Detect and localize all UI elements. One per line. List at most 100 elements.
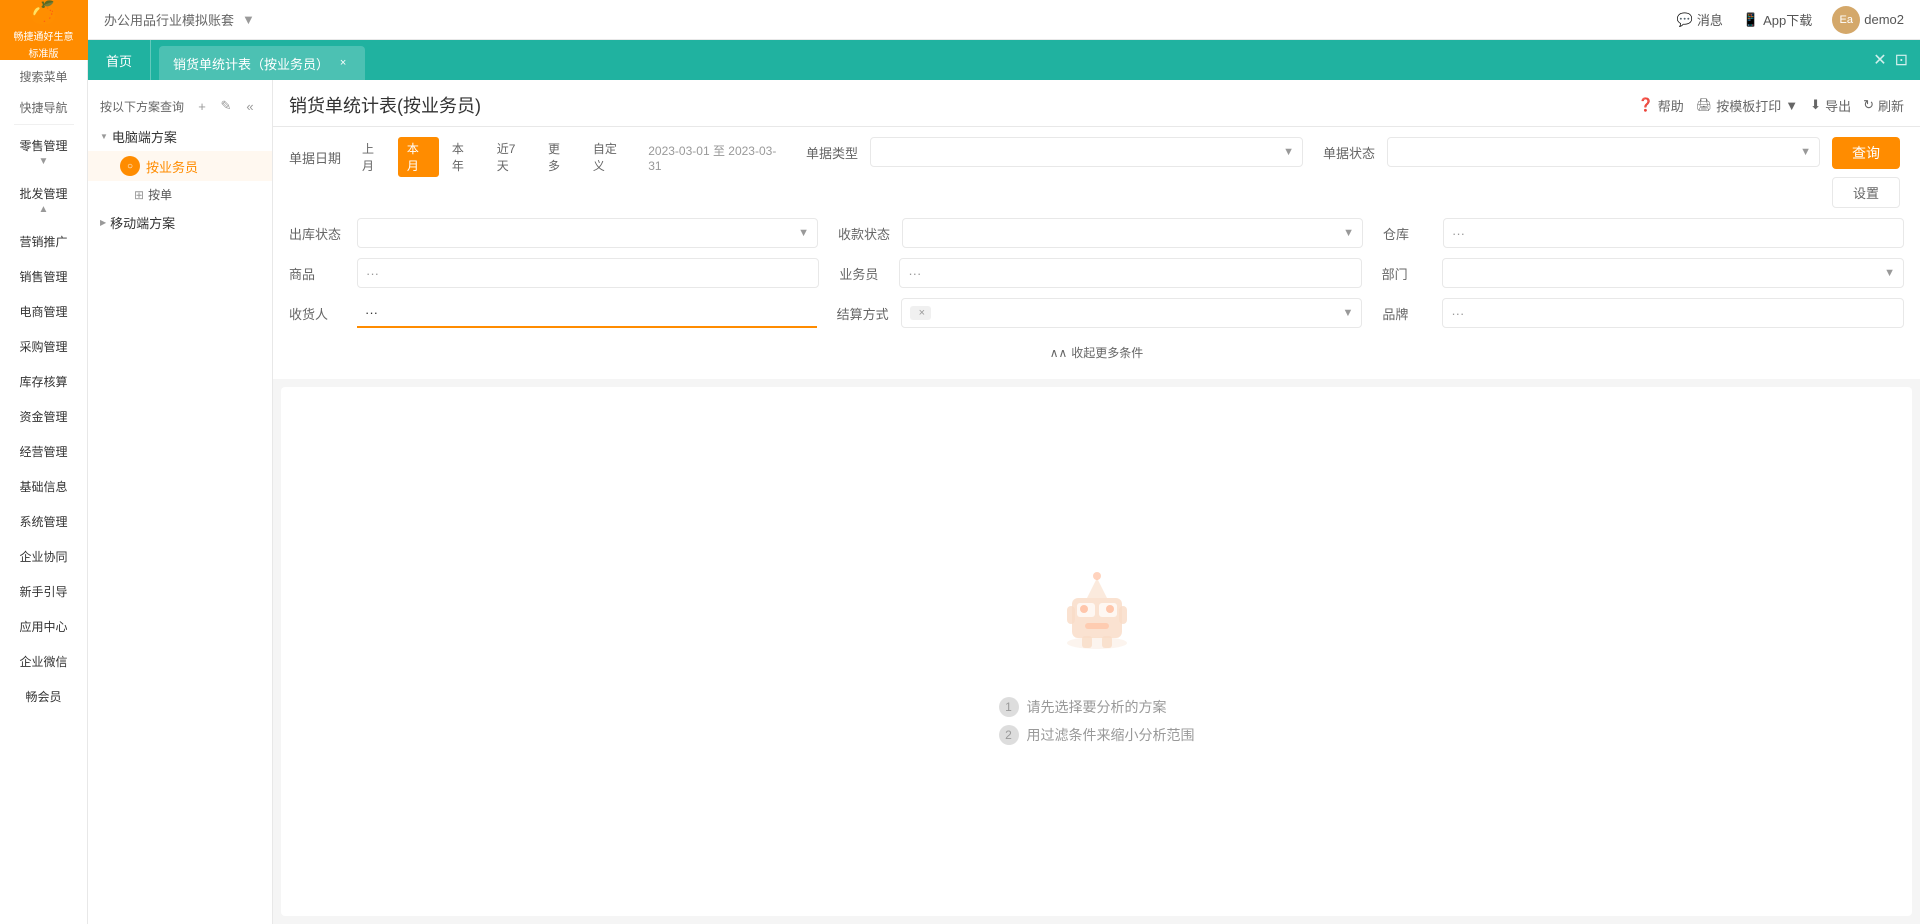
logo-text: 畅捷通好生意 xyxy=(14,28,74,43)
expand-icon: ▲ xyxy=(39,204,49,215)
doc-status-select[interactable]: ▼ xyxy=(1387,137,1820,167)
sub-item-icon: ⊞ xyxy=(134,188,144,202)
payment-status-label: 收款状态 xyxy=(830,224,890,243)
app-download-action[interactable]: 📱 App下载 xyxy=(1743,10,1812,29)
triangle-icon: ▼ xyxy=(100,132,108,141)
search-menu[interactable]: 搜索菜单 xyxy=(0,60,87,93)
user-profile[interactable]: Ea demo2 xyxy=(1832,6,1904,34)
sidebar-item-marketing[interactable]: 营销推广 xyxy=(0,223,87,258)
message-label: 消息 xyxy=(1697,10,1723,29)
empty-tips: 1 请先选择要分析的方案 2 用过滤条件来缩小分析范围 xyxy=(999,697,1195,745)
date-btn-7days[interactable]: 近7天 xyxy=(488,137,535,177)
tab-sales-stats[interactable]: 销货单统计表（按业务员） × xyxy=(159,46,365,80)
empty-tip-2: 2 用过滤条件来缩小分析范围 xyxy=(999,725,1195,745)
quick-nav[interactable]: 快捷导航 xyxy=(0,93,87,122)
tab-maximize-btn[interactable]: ⊡ xyxy=(1895,50,1908,70)
sidebar-item-member[interactable]: 畅会员 xyxy=(0,678,87,713)
sidebar-item-guide[interactable]: 新手引导 xyxy=(0,573,87,608)
brand-select[interactable]: ··· xyxy=(1442,298,1904,328)
query-button[interactable]: 查询 xyxy=(1832,137,1900,169)
tab-spacer xyxy=(365,40,1861,80)
sidebar-item-finance[interactable]: 资金管理 xyxy=(0,398,87,433)
sub-item-order[interactable]: ⊞ 按单 xyxy=(88,181,272,208)
export-btn[interactable]: ⬇ 导出 xyxy=(1810,96,1851,115)
date-btn-thismonth[interactable]: 本月 xyxy=(398,137,439,177)
left-panel-actions: + ✎ « xyxy=(192,96,260,116)
sidebar-item-cooperation[interactable]: 企业协同 xyxy=(0,538,87,573)
tab-bar: 首页 销货单统计表（按业务员） × ✕ ⊡ xyxy=(88,40,1920,80)
doc-status-group: 单据状态 ▼ xyxy=(1303,137,1820,167)
help-btn[interactable]: ❓ 帮助 xyxy=(1638,96,1684,115)
brand-placeholder: ··· xyxy=(1451,306,1464,321)
doc-type-select[interactable]: ▼ xyxy=(870,137,1303,167)
sidebar-item-basic[interactable]: 基础信息 xyxy=(0,468,87,503)
department-label: 部门 xyxy=(1374,264,1430,283)
out-status-select[interactable]: ▼ xyxy=(357,218,818,248)
collapse-bar: ∧∧ 收起更多条件 xyxy=(289,338,1904,369)
sidebar-item-system[interactable]: 系统管理 xyxy=(0,503,87,538)
settings-button[interactable]: 设置 xyxy=(1832,177,1900,208)
filter-row-3: 商品 ··· 业务员 ··· 部门 ▼ xyxy=(289,258,1904,288)
date-btn-custom[interactable]: 自定义 xyxy=(584,137,636,177)
sidebar-item-label: 资金管理 xyxy=(19,408,67,425)
settlement-select[interactable]: × ▼ xyxy=(901,298,1363,328)
sidebar-item-ecommerce[interactable]: 电商管理 xyxy=(0,293,87,328)
receiver-input[interactable]: ··· xyxy=(357,298,817,328)
date-btn-thisyear[interactable]: 本年 xyxy=(443,137,484,177)
mobile-schema-group: ▶ 移动端方案 xyxy=(88,208,272,237)
download-icon: 📱 xyxy=(1743,12,1759,28)
export-label: 导出 xyxy=(1825,96,1851,115)
schema-item-salesperson[interactable]: ○ 按业务员 xyxy=(88,151,272,181)
sidebar-item-weixin[interactable]: 企业微信 xyxy=(0,643,87,678)
desktop-schema-group: ▼ 电脑端方案 ○ 按业务员 ⊞ 按单 xyxy=(88,122,272,208)
department-select[interactable]: ▼ xyxy=(1442,258,1904,288)
mobile-group-header[interactable]: ▶ 移动端方案 xyxy=(88,208,272,237)
settlement-tag-remove[interactable]: × xyxy=(919,307,925,319)
tab-close-window-btn[interactable]: ✕ xyxy=(1873,50,1886,70)
app-download-label: App下载 xyxy=(1763,10,1812,29)
doc-type-group: 单据类型 ▼ xyxy=(786,137,1303,167)
sidebar-item-retail[interactable]: 零售管理 ▼ xyxy=(0,127,87,175)
add-schema-btn[interactable]: + xyxy=(192,96,212,116)
tab-close-btn[interactable]: × xyxy=(335,55,351,71)
edit-schema-btn[interactable]: ✎ xyxy=(216,96,236,116)
salesperson-label: 业务员 xyxy=(831,264,887,283)
message-action[interactable]: 💬 消息 xyxy=(1677,10,1723,29)
tip-num-1: 1 xyxy=(999,697,1019,717)
salesperson-select[interactable]: ··· xyxy=(899,258,1361,288)
receiver-label: 收货人 xyxy=(289,304,345,323)
content-area: 按以下方案查询 + ✎ « ▼ 电脑端方案 ○ 按业务员 xyxy=(88,80,1920,924)
sidebar-item-apps[interactable]: 应用中心 xyxy=(0,608,87,643)
sidebar-item-sales[interactable]: 销售管理 xyxy=(0,258,87,293)
sidebar-item-wholesale[interactable]: 批发管理 ▲ xyxy=(0,175,87,223)
collapse-label: 收起更多条件 xyxy=(1071,344,1143,361)
sidebar-item-label: 畅会员 xyxy=(25,688,61,705)
user-avatar: Ea xyxy=(1832,6,1860,34)
refresh-btn[interactable]: ↻ 刷新 xyxy=(1863,96,1904,115)
empty-icon xyxy=(1047,558,1147,677)
sidebar-item-label: 库存核算 xyxy=(19,373,67,390)
tab-home[interactable]: 首页 xyxy=(88,40,151,80)
date-btn-lastmonth[interactable]: 上月 xyxy=(353,137,394,177)
sidebar-item-label: 基础信息 xyxy=(19,478,67,495)
desktop-group-header[interactable]: ▼ 电脑端方案 xyxy=(88,122,272,151)
sidebar-item-label: 企业微信 xyxy=(19,653,67,670)
warehouse-select[interactable]: ··· xyxy=(1443,218,1904,248)
payment-status-select[interactable]: ▼ xyxy=(902,218,1363,248)
collapse-more-btn[interactable]: ∧∧ 收起更多条件 xyxy=(1050,344,1144,361)
collapse-panel-btn[interactable]: « xyxy=(240,96,260,116)
dropdown-icon[interactable]: ▼ xyxy=(242,12,255,27)
sidebar-item-purchase[interactable]: 采购管理 xyxy=(0,328,87,363)
date-btn-more[interactable]: 更多 xyxy=(539,137,580,177)
message-icon: 💬 xyxy=(1677,12,1693,28)
sidebar-item-operations[interactable]: 经营管理 xyxy=(0,433,87,468)
print-btn[interactable]: 🖨 按模板打印 ▼ xyxy=(1696,96,1798,115)
sidebar-item-inventory[interactable]: 库存核算 xyxy=(0,363,87,398)
goods-placeholder: ··· xyxy=(366,266,379,281)
doc-status-chevron: ▼ xyxy=(1800,146,1811,158)
filter-row-1: 单据日期 上月 本月 本年 近7天 更多 自定义 2023-03-01 至 20… xyxy=(289,137,1904,208)
mobile-group-label: 移动端方案 xyxy=(110,213,175,232)
tip-text-1: 请先选择要分析的方案 xyxy=(1027,697,1167,717)
goods-select[interactable]: ··· xyxy=(357,258,819,288)
left-panel-title-text: 按以下方案查询 xyxy=(100,98,184,115)
